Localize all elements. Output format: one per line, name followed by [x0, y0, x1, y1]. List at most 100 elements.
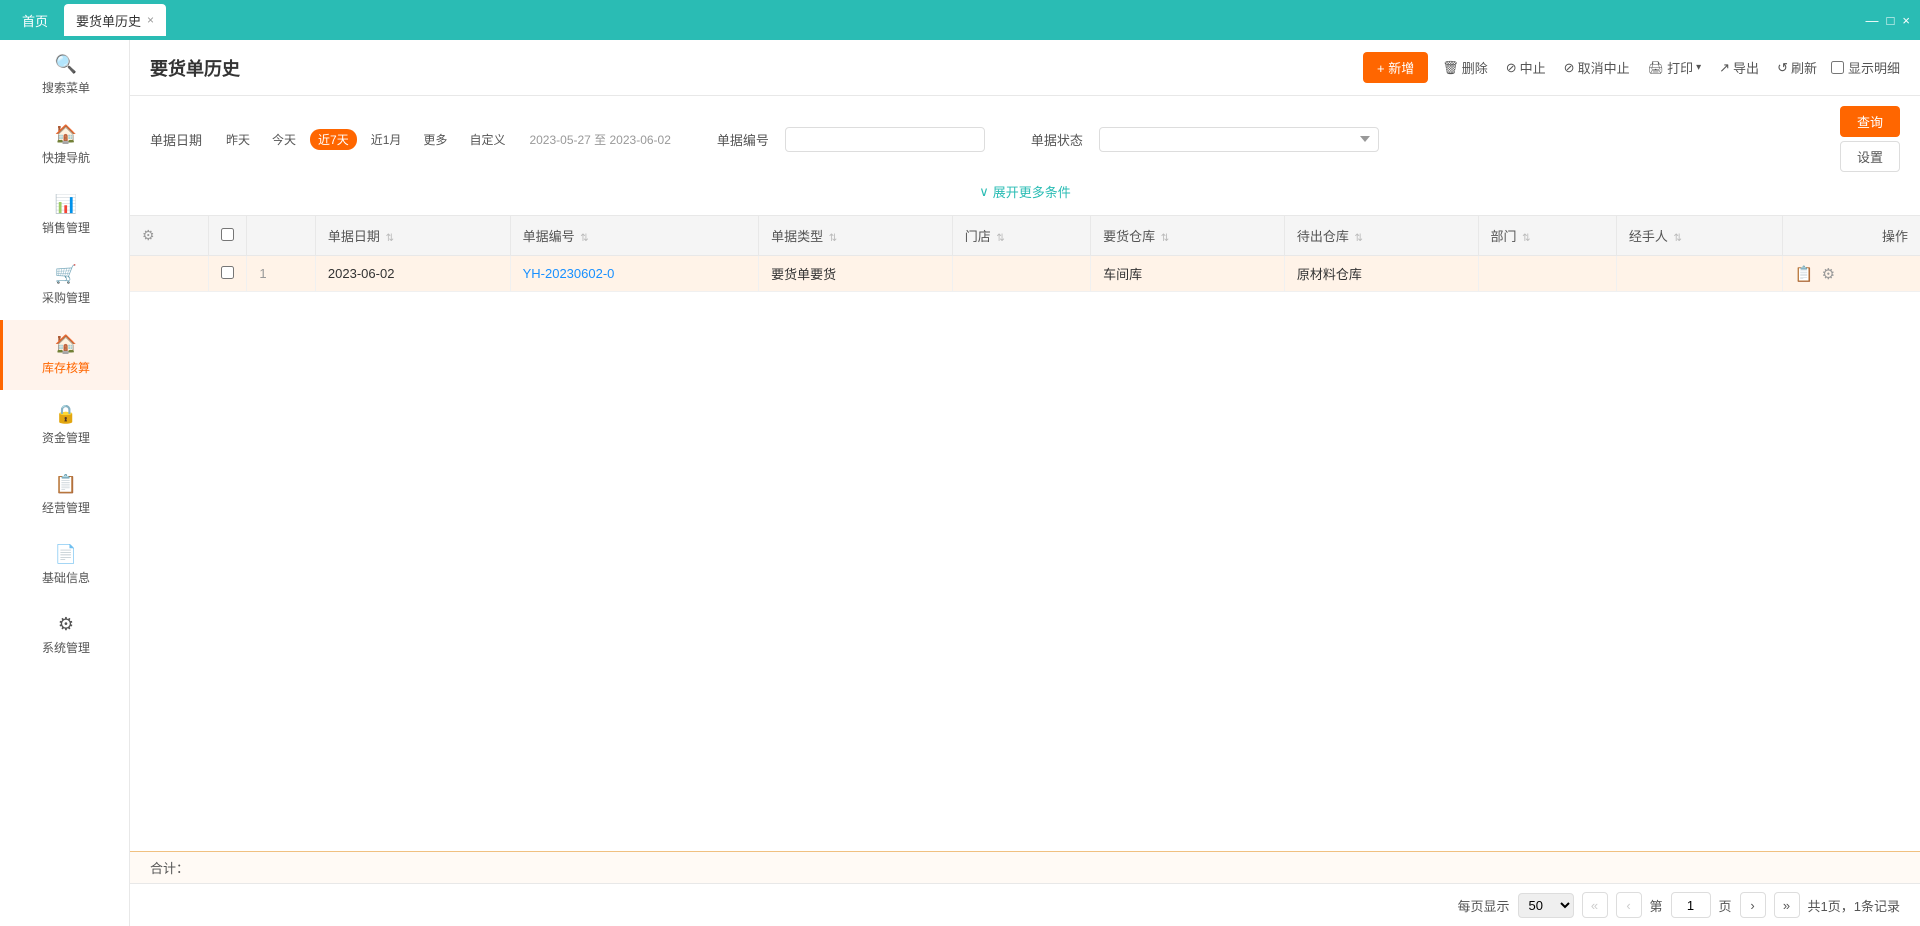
window-close-btn[interactable]: × [1902, 13, 1910, 28]
sidebar-item-nav[interactable]: 🏠 快捷导航 [0, 110, 129, 180]
date-filter-today[interactable]: 今天 [264, 129, 304, 150]
suspend-icon: ⊘ [1506, 60, 1517, 76]
th-doc-type[interactable]: 单据类型 ⇅ [759, 216, 953, 256]
row-view-icon[interactable]: 📋 [1795, 265, 1814, 283]
suspend-label: 中止 [1520, 58, 1546, 77]
page-title: 要货单历史 [150, 55, 240, 81]
total-info: 共1页，1条记录 [1808, 896, 1900, 915]
sidebar-operations-label: 经营管理 [42, 499, 90, 516]
td-doc-type: 要货单要货 [759, 256, 953, 292]
th-handler-label: 经手人 [1629, 229, 1668, 244]
print-dropdown-icon: ▾ [1696, 62, 1701, 73]
sort-arrows-doctype: ⇅ [829, 233, 837, 244]
row-checkbox[interactable] [221, 266, 234, 279]
sidebar-item-operations[interactable]: 📋 经营管理 [0, 460, 129, 530]
next-page-btn[interactable]: › [1740, 892, 1766, 918]
print-button[interactable]: 🖨 打印 ▾ [1644, 58, 1706, 77]
status-label: 单据状态 [1031, 130, 1083, 149]
th-store[interactable]: 门店 ⇅ [952, 216, 1090, 256]
doc-no-input[interactable] [785, 127, 985, 152]
home-icon: 🏠 [55, 124, 77, 145]
delete-label: 删除 [1462, 58, 1488, 77]
td-wait-warehouse: 原材料仓库 [1284, 256, 1478, 292]
date-filter-more[interactable]: 更多 [415, 129, 455, 150]
th-action: 操作 [1782, 216, 1920, 256]
td-checkbox [209, 256, 247, 292]
td-doc-no: YH-20230602-0 [510, 256, 759, 292]
page-size-select[interactable]: 20 50 100 [1518, 893, 1574, 918]
date-filter-custom[interactable]: 自定义 [461, 129, 513, 150]
export-button[interactable]: ↗ 导出 [1715, 58, 1763, 77]
sidebar-item-finance[interactable]: 🔒 资金管理 [0, 390, 129, 460]
tab-requisition-label: 要货单历史 [76, 11, 141, 30]
th-wait-warehouse[interactable]: 待出仓库 ⇅ [1284, 216, 1478, 256]
sort-arrows-handler: ⇅ [1674, 233, 1682, 244]
new-button[interactable]: + 新增 [1363, 52, 1428, 83]
th-settings[interactable]: ⚙ [130, 216, 209, 256]
display-toggle[interactable]: 显示明细 [1831, 58, 1900, 77]
page-input[interactable] [1671, 892, 1711, 918]
delete-icon: 🗑 [1442, 60, 1459, 76]
refresh-label: 刷新 [1791, 58, 1817, 77]
system-icon: ⚙ [58, 614, 74, 635]
display-detail-label: 显示明细 [1848, 58, 1900, 77]
maximize-btn[interactable]: □ [1887, 13, 1895, 28]
display-detail-checkbox[interactable] [1831, 61, 1844, 74]
date-filter-1month[interactable]: 近1月 [363, 129, 410, 150]
query-button[interactable]: 查询 [1840, 106, 1900, 137]
footer-total: 合计： [150, 858, 189, 877]
prev-page-btn[interactable]: ‹ [1616, 892, 1642, 918]
suspend-button[interactable]: ⊘ 中止 [1502, 58, 1550, 77]
td-num: 1 [247, 256, 316, 292]
sidebar-item-purchase[interactable]: 🛒 采购管理 [0, 250, 129, 320]
row-more-icon[interactable]: ⚙ [1822, 265, 1835, 283]
table-settings-icon[interactable]: ⚙ [142, 227, 155, 243]
minimize-btn[interactable]: — [1866, 13, 1879, 28]
status-select[interactable] [1099, 127, 1379, 152]
doc-no-link[interactable]: YH-20230602-0 [523, 266, 615, 281]
filter-row-1: 单据日期 昨天 今天 近7天 近1月 更多 自定义 2023-05-27 至 2… [150, 106, 1900, 172]
th-req-warehouse[interactable]: 要货仓库 ⇅ [1091, 216, 1285, 256]
settings-button[interactable]: 设置 [1840, 141, 1900, 172]
table-header-row: ⚙ 单据日期 ⇅ 单据编号 ⇅ [130, 216, 1920, 256]
sort-arrows-wait: ⇅ [1354, 233, 1362, 244]
last-page-btn[interactable]: » [1774, 892, 1800, 918]
sidebar-item-sales[interactable]: 📊 销售管理 [0, 180, 129, 250]
first-page-btn[interactable]: « [1582, 892, 1608, 918]
sidebar-item-search[interactable]: 🔍 搜索菜单 [0, 40, 129, 110]
sidebar-basic-label: 基础信息 [42, 569, 90, 586]
tab-requisition-history[interactable]: 要货单历史 × [64, 4, 166, 36]
refresh-button[interactable]: ↺ 刷新 [1773, 58, 1821, 77]
expand-icon: ∨ [979, 184, 989, 200]
search-icon: 🔍 [55, 54, 77, 75]
date-filter-label: 单据日期 [150, 130, 202, 149]
table-area: ⚙ 单据日期 ⇅ 单据编号 ⇅ [130, 216, 1920, 851]
sidebar-item-system[interactable]: ⚙ 系统管理 [0, 600, 129, 670]
sidebar: 🔍 搜索菜单 🏠 快捷导航 📊 销售管理 🛒 采购管理 🏠 库存核算 🔒 资金管… [0, 40, 130, 926]
cancel-suspend-label: 取消中止 [1578, 58, 1630, 77]
delete-button[interactable]: 🗑 删除 [1438, 58, 1492, 77]
expand-more-btn[interactable]: ∨ 展开更多条件 [150, 178, 1900, 205]
cancel-suspend-button[interactable]: ⊘ 取消中止 [1560, 58, 1634, 77]
sidebar-item-inventory[interactable]: 🏠 库存核算 [0, 320, 129, 390]
th-doc-no[interactable]: 单据编号 ⇅ [510, 216, 759, 256]
tab-home[interactable]: 首页 [10, 4, 60, 36]
cancel-suspend-icon: ⊘ [1564, 60, 1575, 76]
th-dept-label: 部门 [1491, 229, 1517, 244]
th-date[interactable]: 单据日期 ⇅ [315, 216, 510, 256]
row-action-icons: 📋 ⚙ [1795, 265, 1908, 283]
sort-arrows-dept: ⇅ [1522, 233, 1530, 244]
sidebar-item-basic[interactable]: 📄 基础信息 [0, 530, 129, 600]
refresh-icon: ↺ [1777, 60, 1788, 76]
select-all-checkbox[interactable] [221, 228, 234, 241]
th-handler[interactable]: 经手人 ⇅ [1616, 216, 1782, 256]
sidebar-finance-label: 资金管理 [42, 429, 90, 446]
sort-arrows-req: ⇅ [1161, 233, 1169, 244]
td-req-warehouse: 车间库 [1091, 256, 1285, 292]
date-filter-yesterday[interactable]: 昨天 [218, 129, 258, 150]
date-filter-7days[interactable]: 近7天 [310, 129, 357, 150]
basic-icon: 📄 [55, 544, 77, 565]
th-dept[interactable]: 部门 ⇅ [1478, 216, 1616, 256]
window-controls: — □ × [1866, 13, 1910, 28]
close-tab-btn[interactable]: × [147, 13, 154, 27]
